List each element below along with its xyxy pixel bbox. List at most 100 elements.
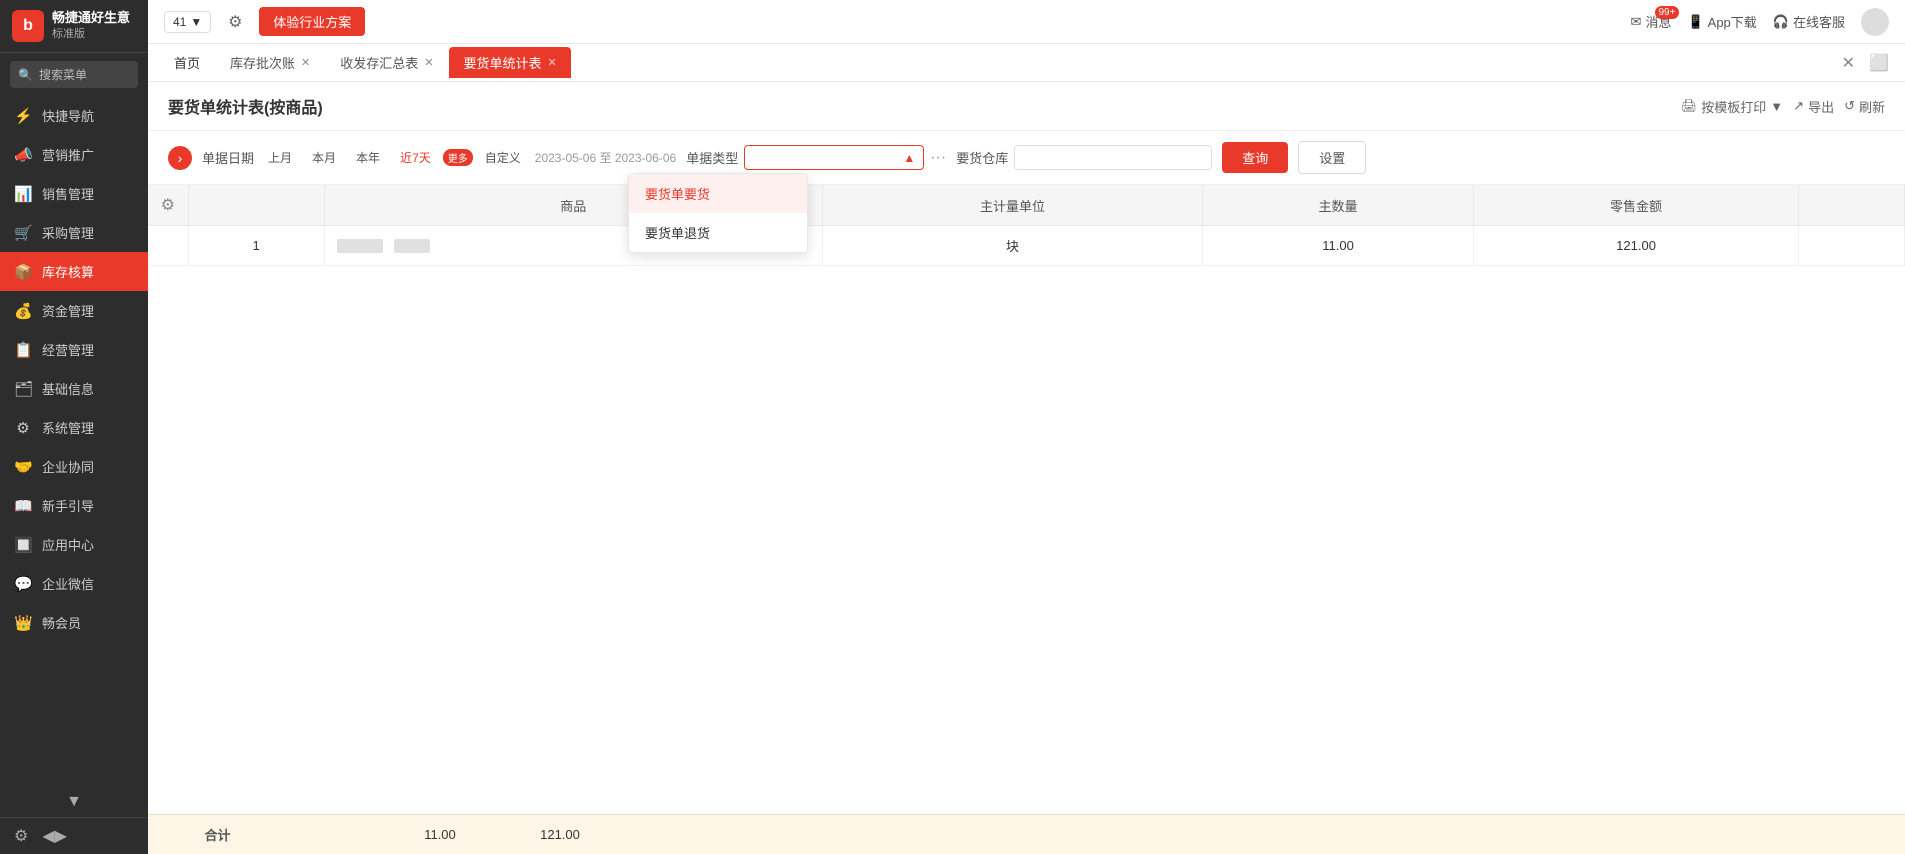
app-logo: b 畅捷通好生意 标准版 [0,0,148,53]
date-more-badge[interactable]: 更多 [443,149,473,166]
sidebar-item-collab[interactable]: 🤝 企业协同 [0,447,148,486]
sidebar-item-wechat[interactable]: 💬 企业微信 [0,564,148,603]
app-title: 畅捷通好生意 [52,10,130,27]
tab-batch-account[interactable]: 库存批次账 ✕ [216,47,324,78]
app-download-label: App下载 [1708,12,1757,31]
inventory-icon: 📦 [14,263,32,281]
sidebar-item-apps[interactable]: 🔲 应用中心 [0,525,148,564]
logo-icon: b [12,10,44,42]
search-menu[interactable]: 🔍 搜索菜单 [10,61,138,88]
header-gear-button[interactable]: ⚙ [221,8,249,36]
table-settings-icon[interactable]: ⚙ [161,197,175,214]
date-this-month[interactable]: 本月 [304,147,344,168]
audio-bottom-icon[interactable]: ◀▶ [42,826,67,846]
close-window-button[interactable]: ✕ [1838,51,1859,75]
tab-order-summary[interactable]: 要货单统计表 ✕ [449,47,570,78]
sidebar-item-label: 采购管理 [42,223,94,242]
filter-expand-button[interactable]: › [168,146,192,170]
table-footer: 合计 11.00 121.00 [148,814,1905,854]
page-title: 要货单统计表(按商品) [168,94,323,130]
sidebar-item-marketing[interactable]: 📣 营销推广 [0,135,148,174]
sidebar-item-label: 应用中心 [42,535,94,554]
date-prev-month[interactable]: 上月 [260,147,300,168]
row-settings [148,226,188,266]
warehouse-input[interactable] [1014,145,1212,170]
settings-button[interactable]: 设置 [1298,141,1366,174]
data-table: ⚙ 商品 主计量单位 主数量 零售金额 1 [148,185,1905,266]
product-placeholder-2 [394,239,430,253]
app-download-button[interactable]: 📱 App下载 [1687,12,1756,31]
warehouse-filter-label: 要货仓库 [956,148,1008,167]
tab-home-label: 首页 [174,53,200,72]
quick-nav-icon: ⚡ [14,107,32,125]
chevron-up-icon: ▲ [903,151,915,165]
settings-bottom-icon[interactable]: ⚙ [14,826,28,846]
type-filter-dots[interactable]: ··· [930,149,946,167]
sidebar-item-label: 基础信息 [42,379,94,398]
store-selector[interactable]: 41 ▼ [164,11,211,33]
marketing-icon: 📣 [14,146,32,164]
table-col-extra [1799,185,1905,226]
system-icon: ⚙ [14,419,32,437]
page-actions: 🖨 按模板打印 ▼ ↗ 导出 ↺ 刷新 [1681,97,1885,128]
date-this-year[interactable]: 本年 [348,147,388,168]
sidebar-bottom: ⚙ ◀▶ [0,817,148,854]
date-filter-label: 单据日期 [202,148,254,167]
header-left: 41 ▼ ⚙ 体验行业方案 [164,7,365,36]
export-label: 导出 [1808,97,1834,116]
sidebar-item-label: 经营管理 [42,340,94,359]
type-filter-label: 单据类型 [686,148,738,167]
sidebar-item-guide[interactable]: 📖 新手引导 [0,486,148,525]
sidebar-item-inventory[interactable]: 📦 库存核算 [0,252,148,291]
online-service-button[interactable]: 🎧 在线客服 [1773,12,1845,31]
app-download-icon: 📱 [1687,14,1703,30]
sidebar-item-label: 库存核算 [42,262,94,281]
tab-home[interactable]: 首页 [160,47,214,78]
close-icon[interactable]: ✕ [424,56,433,69]
sidebar-scroll-down[interactable]: ▼ [0,787,148,817]
warehouse-filter-group: 要货仓库 [956,145,1212,170]
export-icon: ↗ [1793,98,1804,114]
data-table-wrap: ⚙ 商品 主计量单位 主数量 零售金额 1 [148,185,1905,814]
sidebar-item-ops[interactable]: 📋 经营管理 [0,330,148,369]
sidebar-item-finance[interactable]: 💰 资金管理 [0,291,148,330]
type-select[interactable]: ▲ [744,145,924,170]
print-arrow-icon: ▼ [1770,99,1783,114]
date-last7days[interactable]: 近7天 [392,147,439,168]
tab-label: 库存批次账 [230,53,295,72]
sidebar-item-basic[interactable]: 🗂 基础信息 [0,369,148,408]
query-button[interactable]: 查询 [1222,142,1288,173]
trial-button[interactable]: 体验行业方案 [259,7,365,36]
row-amount: 121.00 [1473,226,1799,266]
sidebar-item-vip[interactable]: 👑 畅会员 [0,603,148,642]
sidebar-item-label: 系统管理 [42,418,94,437]
export-button[interactable]: ↗ 导出 [1793,97,1834,116]
product-placeholder-1 [337,239,383,253]
store-name: 41 [173,15,186,29]
app-subtitle: 标准版 [52,27,130,41]
refresh-button[interactable]: ↺ 刷新 [1844,97,1885,116]
message-icon: ✉ [1631,14,1642,30]
row-no: 1 [188,226,324,266]
close-icon[interactable]: ✕ [301,56,310,69]
close-icon[interactable]: ✕ [548,56,557,69]
sidebar-item-system[interactable]: ⚙ 系统管理 [0,408,148,447]
vip-icon: 👑 [14,614,32,632]
maximize-window-button[interactable]: ⬜ [1865,51,1893,75]
sidebar-item-label: 快捷导航 [42,106,94,125]
date-custom-button[interactable]: 自定义 [477,147,529,168]
sidebar-item-label: 营销推广 [42,145,94,164]
user-avatar[interactable] [1861,8,1889,36]
tab-collect-summary[interactable]: 收发存汇总表 ✕ [326,47,447,78]
refresh-icon: ↺ [1844,98,1855,114]
row-unit: 块 [822,226,1202,266]
dropdown-item-order-goods[interactable]: 要货单要货 [629,174,807,213]
sidebar-item-sales[interactable]: 📊 销售管理 [0,174,148,213]
sidebar-item-quick-nav[interactable]: ⚡ 快捷导航 [0,96,148,135]
sidebar-nav: ⚡ 快捷导航 📣 营销推广 📊 销售管理 🛒 采购管理 📦 库存核算 💰 资金管… [0,96,148,787]
messages-button[interactable]: ✉ 消息 99+ [1631,12,1672,31]
main-area: 41 ▼ ⚙ 体验行业方案 ✉ 消息 99+ 📱 App下载 🎧 在线客服 [148,0,1905,854]
print-button[interactable]: 🖨 按模板打印 ▼ [1681,97,1783,116]
dropdown-item-return-goods[interactable]: 要货单退货 [629,213,807,252]
sidebar-item-purchase[interactable]: 🛒 采购管理 [0,213,148,252]
